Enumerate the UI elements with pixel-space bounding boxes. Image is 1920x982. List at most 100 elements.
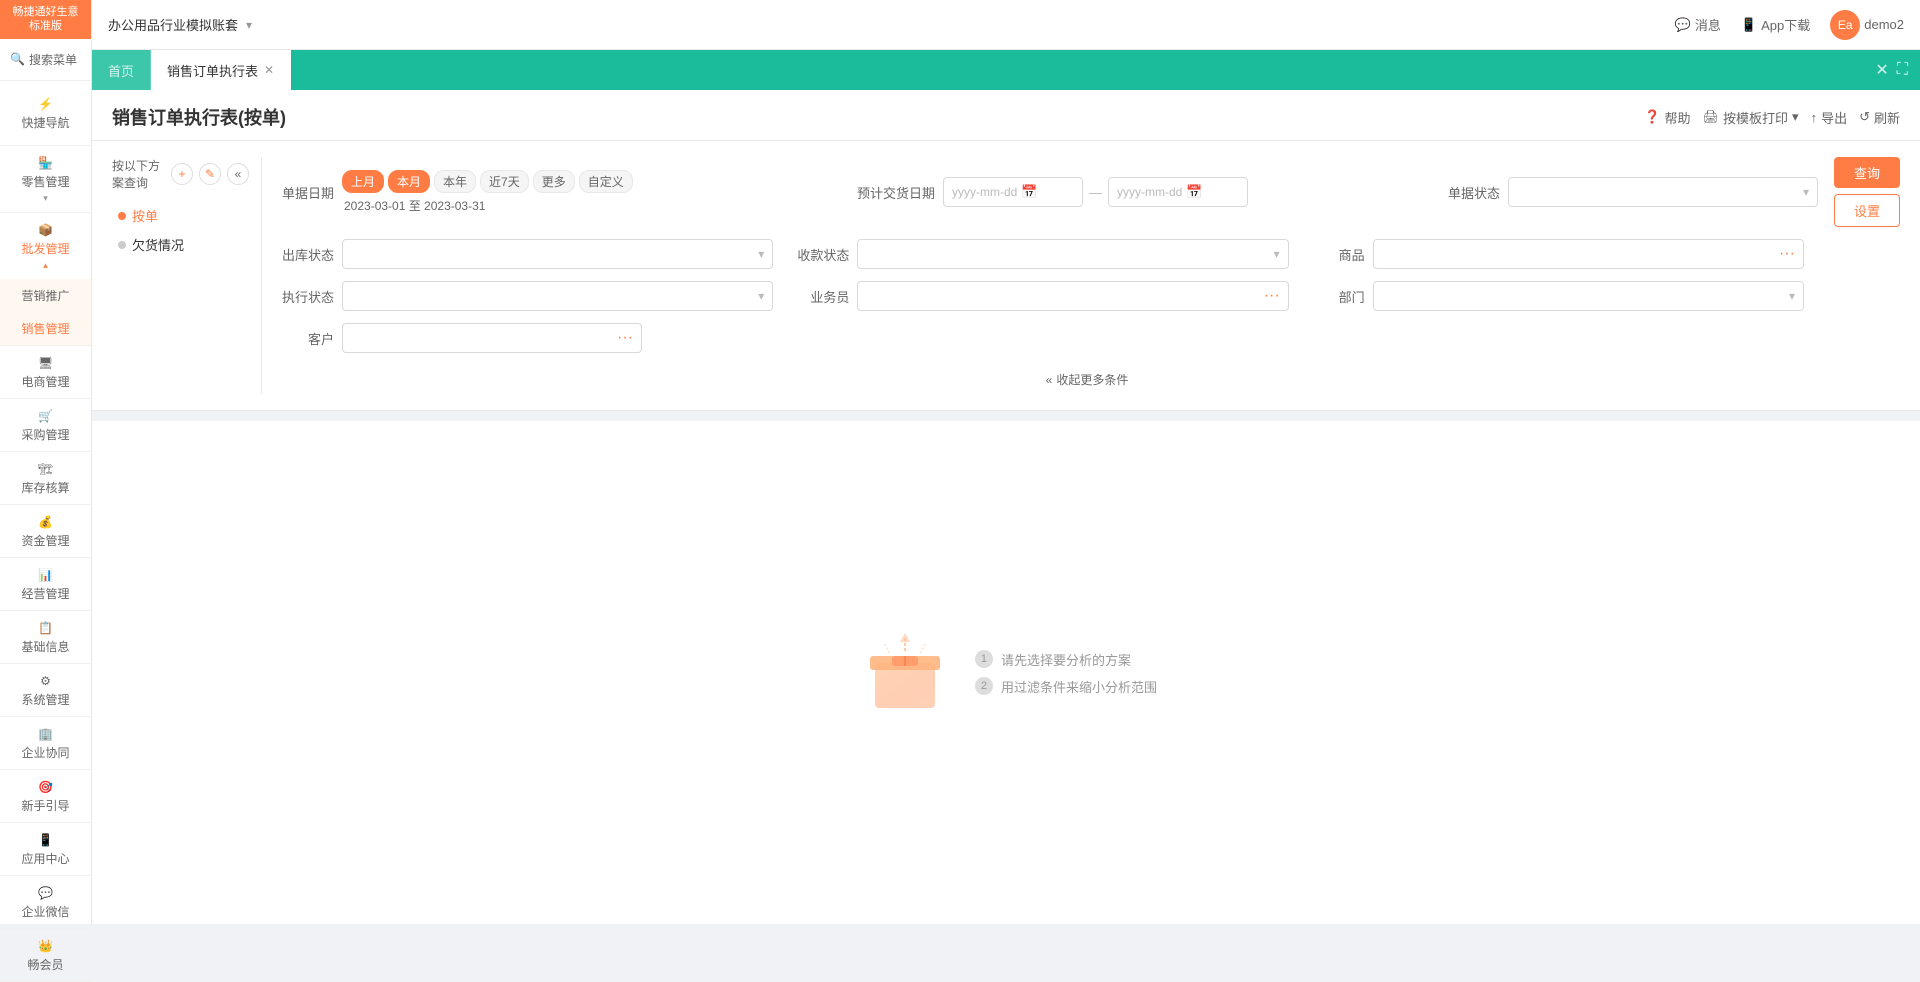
filter-scheme-sidebar: 按以下方案查询 + ✎ «	[112, 157, 262, 394]
goods-input[interactable]: ···	[1373, 239, 1804, 269]
tip-2-text: 用过滤条件来缩小分析范围	[1001, 677, 1157, 696]
date-tag-this-month[interactable]: 本月	[388, 170, 430, 193]
filter-goods-item: 商品 ···	[1305, 239, 1804, 269]
sidebar-item-quicknav[interactable]: ⚡ 快捷导航	[0, 87, 91, 139]
ecom-icon: 🖥	[38, 356, 53, 370]
basic-label: 基础信息	[21, 638, 69, 655]
user-name: demo2	[1864, 17, 1904, 32]
export-button[interactable]: ↑ 导出	[1811, 108, 1848, 127]
salesman-label: 业务员	[789, 287, 849, 306]
salesman-more-icon[interactable]: ···	[1264, 287, 1280, 305]
sidebar-item-enterprise[interactable]: 🏢 企业协同	[0, 717, 91, 769]
scheme-by-order[interactable]: 按单	[112, 201, 249, 230]
scheme-active-dot	[118, 212, 126, 220]
filter-expected-date-item: 预计交货日期 yyyy-mm-dd 📅 — yyyy-mm-dd 📅	[857, 177, 1424, 207]
sidebar-item-retail[interactable]: 🏪 零售管理 ▾	[0, 146, 91, 212]
filter-customer-item: 客户 ···	[274, 323, 779, 353]
filter-row-3: 执行状态 ▾ 业务员 ···	[274, 281, 1900, 311]
user-profile[interactable]: Ea demo2	[1830, 10, 1904, 40]
retail-icon: 🏪	[38, 156, 53, 170]
salesman-input[interactable]: ···	[857, 281, 1288, 311]
sidebar-group-newuser: 🎯 新手引导	[0, 770, 91, 823]
sidebar-item-corpwx[interactable]: 💬 企业微信	[0, 876, 91, 928]
search-menu-button[interactable]: 🔍 搜索菜单	[10, 47, 81, 72]
settings-button[interactable]: 设置	[1834, 194, 1900, 227]
scheme-by-order-label: 按单	[132, 206, 158, 225]
exec-status-select[interactable]: ▾	[342, 281, 773, 311]
customer-input[interactable]: ···	[342, 323, 642, 353]
print-button[interactable]: 🖨 按模板打印 ▾	[1703, 108, 1799, 127]
date-from-calendar-icon: 📅	[1021, 184, 1037, 200]
customer-label: 客户	[274, 329, 334, 348]
status-select[interactable]: ▾	[1508, 177, 1818, 207]
app-download-label: App下载	[1761, 15, 1810, 34]
breadcrumb-dropdown-icon[interactable]: ▾	[246, 18, 252, 32]
sales-mgmt-label: 销售管理	[21, 320, 69, 337]
expected-date-to-placeholder: yyyy-mm-dd	[1117, 185, 1182, 199]
newuser-icon: 🎯	[38, 780, 53, 794]
retail-expand-icon: ▾	[43, 193, 48, 204]
sidebar-group-finance: 💰 资金管理	[0, 505, 91, 558]
add-scheme-button[interactable]: +	[171, 163, 193, 185]
tab-close-icon[interactable]: ✕	[264, 63, 274, 77]
sidebar-item-marketing[interactable]: 营销推广	[0, 279, 91, 312]
sidebar-item-member[interactable]: 👑 畅会员	[0, 929, 91, 981]
sidebar-item-system[interactable]: ⚙ 系统管理	[0, 664, 91, 716]
sidebar-group-wholesale: 📦 批发管理 ▴ 营销推广 销售管理	[0, 213, 91, 346]
sidebar-item-ecom[interactable]: 🖥 电商管理	[0, 346, 91, 398]
customer-more-icon[interactable]: ···	[617, 329, 633, 347]
out-status-select[interactable]: ▾	[342, 239, 773, 269]
sidebar-item-purchase[interactable]: 🛒 采购管理	[0, 399, 91, 451]
sidebar-group-operation: 📊 经营管理	[0, 558, 91, 611]
sidebar-group-enterprise: 🏢 企业协同	[0, 717, 91, 770]
appcenter-icon: 📱	[38, 833, 53, 847]
finance-icon: 💰	[38, 515, 53, 529]
tab-home[interactable]: 首页	[92, 50, 151, 90]
filter-sidebar-title: 按以下方案查询	[112, 157, 171, 191]
dept-select[interactable]: ▾	[1373, 281, 1804, 311]
expected-date-from[interactable]: yyyy-mm-dd 📅	[943, 177, 1083, 207]
date-tag-this-year[interactable]: 本年	[434, 170, 476, 193]
message-button[interactable]: 💬 消息	[1675, 15, 1721, 34]
retail-label: 零售管理	[21, 173, 69, 190]
tab-close-window-icon[interactable]: ✕	[1875, 60, 1888, 80]
help-button[interactable]: ❓ 帮助	[1644, 108, 1690, 127]
tab-sales-order[interactable]: 销售订单执行表 ✕	[151, 50, 291, 90]
scheme-by-goods-label: 欠货情况	[132, 235, 184, 254]
inventory-label: 库存核算	[21, 479, 69, 496]
sidebar-item-newuser[interactable]: 🎯 新手引导	[0, 770, 91, 822]
sidebar-item-inventory[interactable]: 🏗 库存核算	[0, 452, 91, 504]
search-menu-label: 搜索菜单	[29, 51, 77, 68]
tab-fullscreen-icon[interactable]: ⛶	[1897, 61, 1908, 79]
sidebar-item-finance[interactable]: 💰 资金管理	[0, 505, 91, 557]
collapse-sidebar-button[interactable]: «	[227, 163, 249, 185]
enterprise-label: 企业协同	[21, 744, 69, 761]
edit-scheme-button[interactable]: ✎	[199, 163, 221, 185]
collapse-more-button[interactable]: « 收起更多条件	[274, 365, 1900, 394]
collect-status-select[interactable]: ▾	[857, 239, 1288, 269]
date-tag-more[interactable]: 更多	[533, 170, 575, 193]
date-tag-custom[interactable]: 自定义	[579, 170, 633, 193]
date-separator: —	[1089, 185, 1102, 200]
marketing-label: 营销推广	[21, 287, 69, 304]
goods-more-icon[interactable]: ···	[1779, 245, 1795, 263]
app-download-button[interactable]: 📱 App下载	[1741, 15, 1810, 34]
corpwx-icon: 💬	[38, 886, 53, 900]
expected-date-to[interactable]: yyyy-mm-dd 📅	[1108, 177, 1248, 207]
filter-dept-item: 部门 ▾	[1305, 281, 1804, 311]
scheme-by-goods[interactable]: 欠货情况	[112, 230, 249, 259]
date-tag-7days[interactable]: 近7天	[480, 170, 529, 193]
newuser-label: 新手引导	[21, 797, 69, 814]
refresh-button[interactable]: ↺ 刷新	[1859, 108, 1900, 127]
sidebar-item-appcenter[interactable]: 📱 应用中心	[0, 823, 91, 875]
sidebar-item-basic[interactable]: 📋 基础信息	[0, 611, 91, 663]
date-tag-prev-month[interactable]: 上月	[342, 170, 384, 193]
sidebar-item-sales-mgmt[interactable]: 销售管理	[0, 312, 91, 345]
empty-illustration	[855, 623, 955, 723]
search-icon: 🔍	[10, 52, 25, 66]
sidebar-item-operation[interactable]: 📊 经营管理	[0, 558, 91, 610]
sidebar-group-basic: 📋 基础信息	[0, 611, 91, 664]
query-button[interactable]: 查询	[1834, 157, 1900, 188]
topbar-right: 💬 消息 📱 App下载 Ea demo2	[1675, 10, 1904, 40]
sidebar-item-wholesale[interactable]: 📦 批发管理 ▴	[0, 213, 91, 279]
